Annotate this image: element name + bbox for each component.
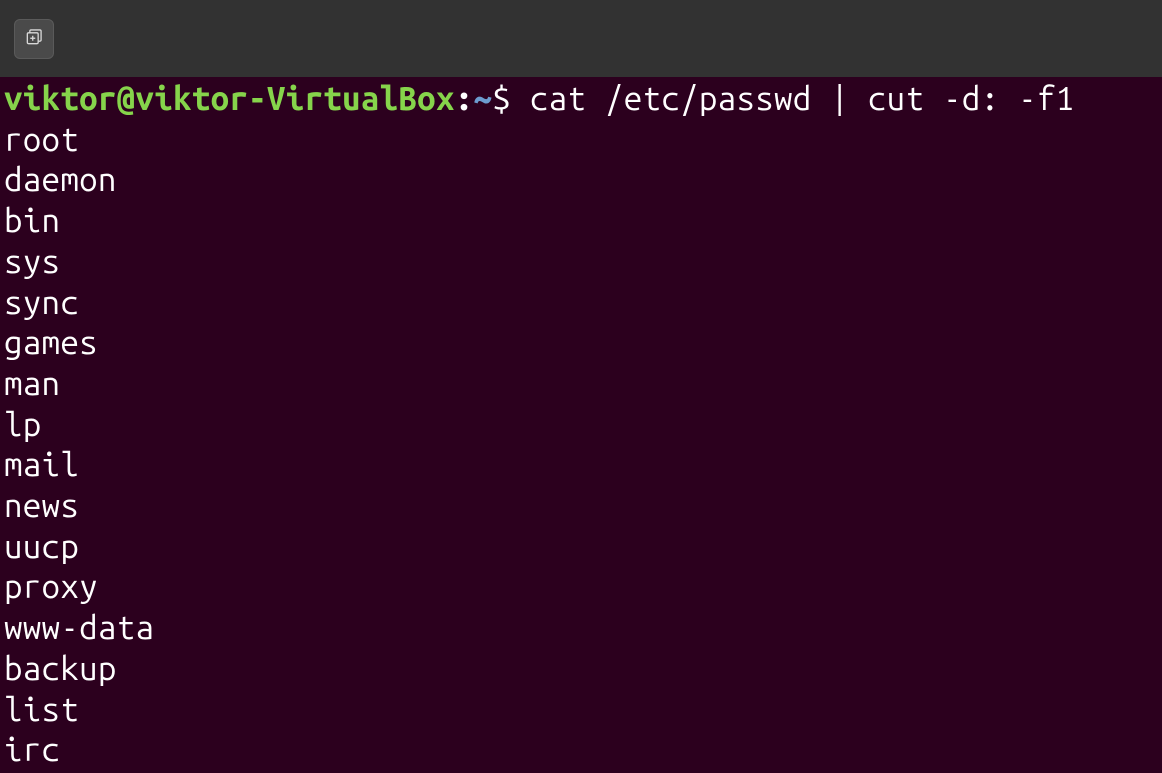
prompt-separator: :: [455, 80, 474, 117]
output-line: news: [4, 486, 1158, 527]
prompt-user-host: viktor@viktor-VirtualBox: [4, 80, 455, 117]
output-line: uucp: [4, 527, 1158, 568]
output-line: irc: [4, 730, 1158, 771]
titlebar: [0, 0, 1162, 77]
output-line: lp: [4, 405, 1158, 446]
prompt-symbol: $: [492, 80, 511, 117]
new-tab-icon: [24, 27, 44, 51]
output-line: bin: [4, 201, 1158, 242]
output-line: mail: [4, 445, 1158, 486]
output-line: www-data: [4, 608, 1158, 649]
output-line: sys: [4, 242, 1158, 283]
terminal[interactable]: viktor@viktor-VirtualBox:~$ cat /etc/pas…: [0, 77, 1162, 773]
output-line: list: [4, 690, 1158, 731]
output-line: games: [4, 323, 1158, 364]
output-line: proxy: [4, 567, 1158, 608]
prompt-path: ~: [474, 80, 493, 117]
output-line: backup: [4, 649, 1158, 690]
output-line: sync: [4, 283, 1158, 324]
terminal-output: rootdaemonbinsyssyncgamesmanlpmailnewsuu…: [4, 120, 1158, 771]
new-tab-button[interactable]: [14, 19, 54, 59]
output-line: daemon: [4, 160, 1158, 201]
prompt-command: cat /etc/passwd | cut -d: -f1: [511, 80, 1074, 117]
output-line: root: [4, 120, 1158, 161]
prompt-line: viktor@viktor-VirtualBox:~$ cat /etc/pas…: [4, 79, 1158, 120]
output-line: man: [4, 364, 1158, 405]
